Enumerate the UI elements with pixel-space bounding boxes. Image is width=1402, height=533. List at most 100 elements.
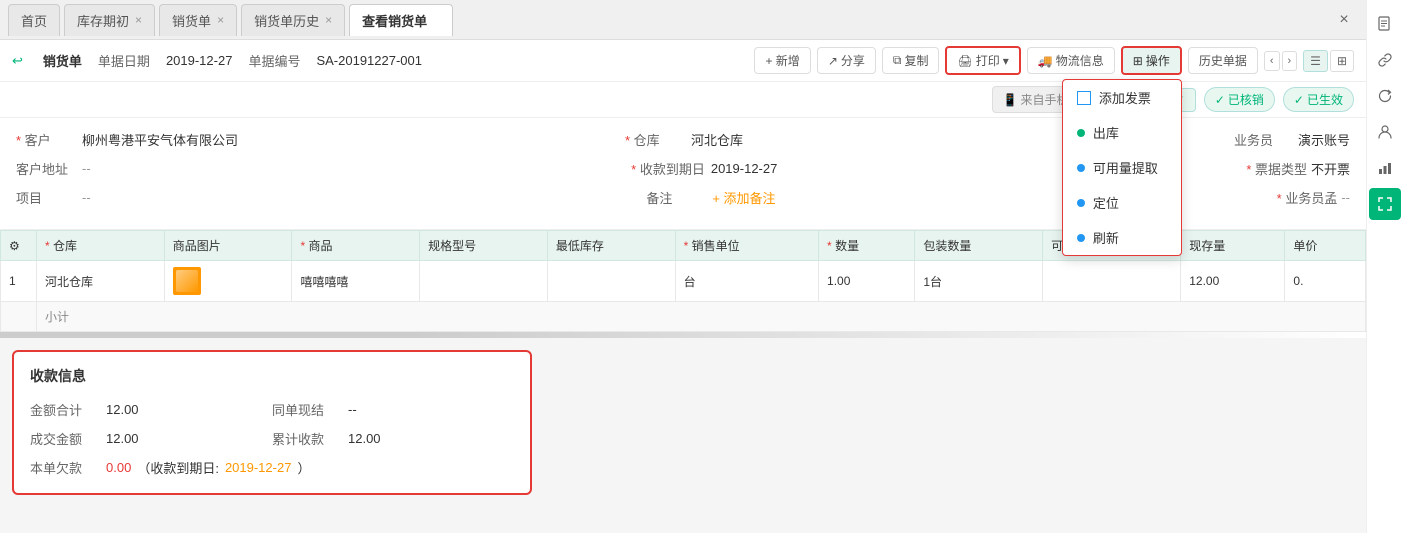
effective-check-icon: ✓: [1294, 93, 1304, 107]
col-product: * 商品: [292, 231, 420, 261]
tab-view-sales-label: 查看销货单: [362, 11, 427, 30]
ticket-value: 不开票: [1311, 159, 1350, 178]
grid-view-icon[interactable]: ⊞: [1330, 50, 1354, 72]
row-stock: 12.00: [1181, 261, 1285, 302]
row-spec: [420, 261, 548, 302]
add-invoice-label: 添加发票: [1099, 88, 1151, 107]
add-invoice-item[interactable]: 添加发票: [1063, 80, 1181, 115]
tab-sales-order-close[interactable]: ×: [217, 13, 224, 27]
tab-inventory-init[interactable]: 库存期初 ×: [64, 4, 155, 36]
ticket-label: 票据类型: [1246, 159, 1307, 178]
number-label: 单据编号: [248, 51, 300, 70]
due-note-end: ）: [297, 458, 310, 477]
sidebar-person-icon[interactable]: [1369, 116, 1401, 148]
next-button[interactable]: ›: [1282, 51, 1298, 71]
subtotal-row: 小计: [1, 302, 1366, 332]
scroll-hint: [0, 332, 1366, 338]
refresh-item[interactable]: 刷新: [1063, 220, 1181, 255]
row-available: [1043, 261, 1181, 302]
warehouse-value: 河北仓库: [691, 130, 743, 149]
due-date: 2019-12-27: [225, 460, 292, 475]
new-button[interactable]: + 新增: [754, 47, 810, 74]
view-icons: ☰ ⊞: [1303, 50, 1354, 72]
outbound-label: 出库: [1093, 123, 1119, 142]
row-pack-qty: 1台: [915, 261, 1043, 302]
tab-inventory-init-close[interactable]: ×: [135, 13, 142, 27]
sidebar-link-icon[interactable]: [1369, 44, 1401, 76]
list-view-icon[interactable]: ☰: [1303, 50, 1328, 72]
table-body: 1 河北仓库 嘻嘻嘻嘻 台 1.00 1台 12.00 0.: [1, 261, 1366, 332]
logistics-button[interactable]: 🚚 物流信息: [1027, 47, 1115, 74]
col-warehouse: * 仓库: [37, 231, 165, 261]
tab-view-sales-close[interactable]: ×: [433, 13, 440, 27]
col-sales-unit: * 销售单位: [675, 231, 818, 261]
deal-amount-label: 成交金额: [30, 429, 100, 448]
tab-sales-history-close[interactable]: ×: [325, 13, 332, 27]
available-qty-label: 可用量提取: [1093, 158, 1158, 177]
operation-button[interactable]: ⊞ 操作: [1121, 46, 1182, 75]
row-unit-price: 0.: [1285, 261, 1366, 302]
sidebar-data-icon[interactable]: [1369, 152, 1401, 184]
total-row: 金额合计 12.00: [30, 398, 272, 421]
row-index: 1: [1, 261, 37, 302]
sidebar-refresh-icon[interactable]: [1369, 80, 1401, 112]
print-dropdown-arrow: ▾: [1003, 54, 1009, 68]
cumulative-value: 12.00: [348, 431, 381, 446]
sidebar-document-icon[interactable]: [1369, 8, 1401, 40]
tab-home[interactable]: 首页: [8, 4, 60, 36]
col-min-stock: 最低库存: [547, 231, 675, 261]
customer-value: 柳州粤港平安气体有限公司: [82, 130, 238, 149]
note-field: 备注 + 添加备注: [646, 188, 1276, 207]
copy-icon: ⧉: [893, 53, 902, 68]
right-sidebar: [1366, 0, 1402, 533]
payment-date-value: 2019-12-27: [711, 161, 778, 176]
locate-item[interactable]: 定位: [1063, 185, 1181, 220]
operation-dropdown: 添加发票 出库 可用量提取 定位: [1062, 79, 1182, 256]
doc-type-icon: ↩: [12, 53, 23, 69]
customer-field: 客户 柳州粤港平安气体有限公司: [16, 130, 625, 149]
row-product: 嘻嘻嘻嘻: [292, 261, 420, 302]
tab-sales-order[interactable]: 销货单 ×: [159, 4, 237, 36]
add-note-link[interactable]: + 添加备注: [712, 188, 775, 207]
toolbar-actions: + 新增 ↗ 分享 ⧉ 复制 🖨 打印 ▾ 🚚 物流信息 ⊞ 操作: [754, 46, 1354, 75]
prev-button[interactable]: ‹: [1264, 51, 1280, 71]
subtotal-label: 小计: [37, 302, 1366, 332]
cancelled-check-icon: ✓: [1215, 93, 1225, 107]
available-qty-item[interactable]: 可用量提取: [1063, 150, 1181, 185]
col-unit-price: 单价: [1285, 231, 1366, 261]
tab-view-sales[interactable]: 查看销货单 ×: [349, 4, 453, 36]
address-value: --: [82, 161, 91, 176]
col-product-img: 商品图片: [164, 231, 292, 261]
locate-label: 定位: [1093, 193, 1119, 212]
product-image-inner: [176, 270, 198, 292]
refresh-icon: [1077, 234, 1085, 242]
gear-icon: ⚙: [9, 239, 20, 253]
payment-title: 收款信息: [30, 366, 514, 386]
share-button[interactable]: ↗ 分享: [817, 47, 876, 74]
deal-amount-value: 12.00: [106, 431, 139, 446]
history-button[interactable]: 历史单据: [1188, 47, 1258, 74]
sidebar-expand-icon[interactable]: [1369, 188, 1401, 220]
col-stock: 现存量: [1181, 231, 1285, 261]
warehouse-label: 仓库: [625, 130, 685, 149]
col-settings[interactable]: ⚙: [1, 231, 37, 261]
print-button[interactable]: 🖨 打印 ▾: [945, 46, 1020, 75]
tab-sales-history[interactable]: 销货单历史 ×: [241, 4, 345, 36]
date-label: 单据日期: [98, 51, 150, 70]
cumulative-label: 累计收款: [272, 429, 342, 448]
locate-icon: [1077, 199, 1085, 207]
phone-icon: 📱: [1003, 93, 1018, 107]
same-order-row: 同单现结 --: [272, 398, 514, 421]
outbound-item[interactable]: 出库: [1063, 115, 1181, 150]
row-product-img: [164, 261, 292, 302]
cumulative-row: 累计收款 12.00: [272, 427, 514, 450]
tab-inventory-init-label: 库存期初: [77, 11, 129, 30]
effective-button[interactable]: ✓ 已生效: [1283, 87, 1354, 112]
window-close-button[interactable]: ×: [1330, 6, 1358, 34]
due-note: （收款到期日:: [137, 458, 219, 477]
copy-button[interactable]: ⧉ 复制: [882, 47, 940, 74]
cancelled-button[interactable]: ✓ 已核销: [1204, 87, 1275, 112]
due-label: 本单欠款: [30, 458, 100, 477]
date-value: 2019-12-27: [166, 53, 233, 68]
total-label: 金额合计: [30, 400, 100, 419]
